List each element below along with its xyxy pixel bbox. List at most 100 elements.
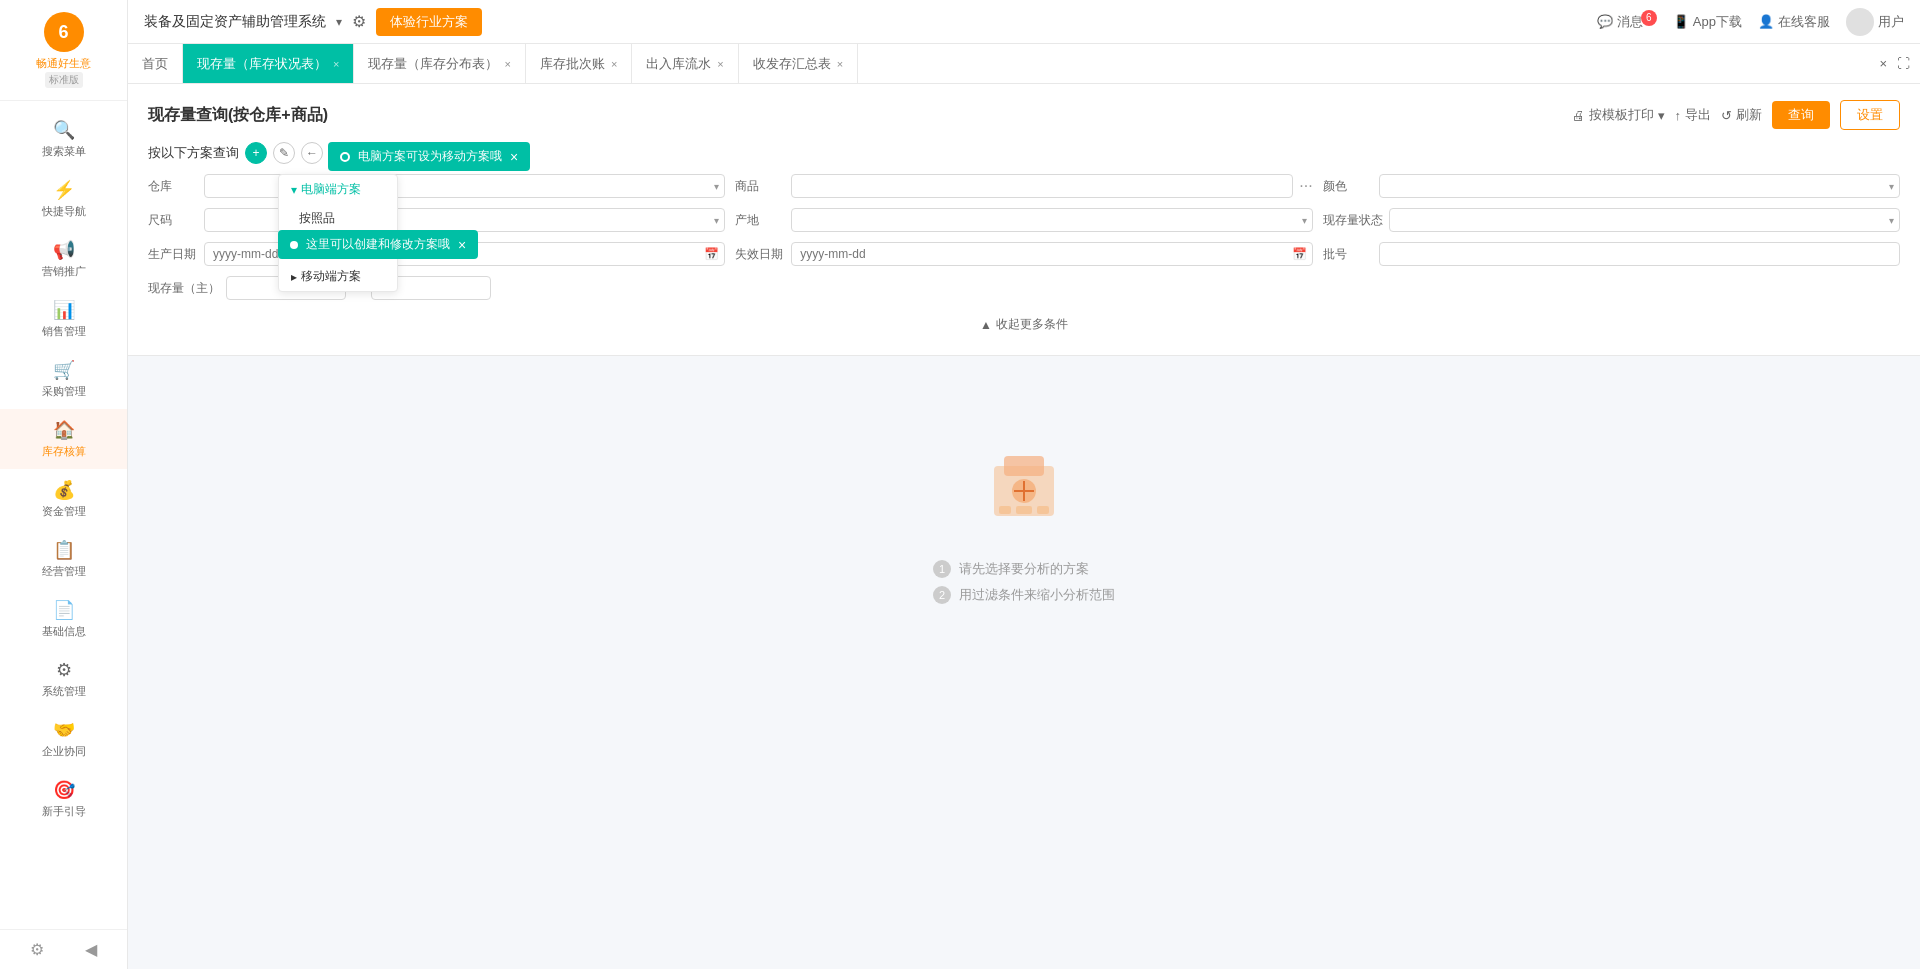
- export-btn[interactable]: ↑ 导出: [1675, 106, 1712, 124]
- user-area[interactable]: 用户: [1846, 8, 1904, 36]
- filter-edit-btn[interactable]: ✎: [273, 142, 295, 164]
- sidebar-item-purchase-label: 采购管理: [42, 384, 86, 399]
- message-btn[interactable]: 💬 消息 6: [1597, 13, 1657, 31]
- online-support-btn[interactable]: 👤 在线客服: [1758, 13, 1830, 31]
- sidebar-item-quicknav[interactable]: ⚡ 快捷导航: [0, 169, 127, 229]
- sidebar-item-inventory[interactable]: 🏠 库存核算: [0, 409, 127, 469]
- tab-inventory-status[interactable]: 现存量（库存状况表） ×: [183, 44, 354, 84]
- sidebar-logo: 6 畅通好生意 标准版: [0, 0, 127, 101]
- refresh-icon: ↺: [1721, 108, 1732, 123]
- tab-window-actions: × ⛶: [1869, 56, 1920, 71]
- tab-collect-summary[interactable]: 收发存汇总表 ×: [739, 44, 858, 84]
- expire-date-label: 失效日期: [735, 246, 785, 263]
- tab-inventory-dist-close[interactable]: ×: [504, 58, 510, 70]
- filter-add-btn[interactable]: +: [245, 142, 267, 164]
- inventory-qty-label: 现存量（主）: [148, 280, 220, 297]
- close-all-icon[interactable]: ×: [1879, 56, 1887, 71]
- tab-inventory-status-label: 现存量（库存状况表）: [197, 55, 327, 73]
- sidebar-item-quicknav-label: 快捷导航: [42, 204, 86, 219]
- batch-label: 批号: [1323, 246, 1373, 263]
- filter-back-btn[interactable]: ←: [301, 142, 323, 164]
- collapse-more-btn[interactable]: ▲ 收起更多条件: [148, 310, 1900, 339]
- sidebar-item-marketing[interactable]: 📢 营销推广: [0, 229, 127, 289]
- plan-tree-desktop[interactable]: ▾ 电脑端方案: [279, 175, 397, 204]
- finance-icon: 💰: [53, 479, 75, 501]
- query-button[interactable]: 查询: [1772, 101, 1830, 129]
- sidebar-item-finance-label: 资金管理: [42, 504, 86, 519]
- tip-num-2: 2: [933, 586, 951, 604]
- search-field-expire-date: 失效日期 📅: [735, 242, 1312, 266]
- search-field-goods: 商品 ···: [735, 174, 1312, 198]
- inventory-status-select[interactable]: [1389, 208, 1900, 232]
- tab-batch-account-close[interactable]: ×: [611, 58, 617, 70]
- color-select[interactable]: [1379, 174, 1900, 198]
- refresh-btn[interactable]: ↺ 刷新: [1721, 106, 1762, 124]
- tab-inout-flow-label: 出入库流水: [646, 55, 711, 73]
- maximize-icon[interactable]: ⛶: [1897, 56, 1910, 71]
- empty-state: 1 请先选择要分析的方案 2 用过滤条件来缩小分析范围: [128, 356, 1920, 688]
- export-icon: ↑: [1675, 108, 1682, 123]
- header-settings-icon[interactable]: ⚙: [352, 12, 366, 31]
- page-title-row: 现存量查询(按仓库+商品) 🖨 按模板打印 ▾ ↑ 导出 ↺ 刷新: [148, 100, 1900, 130]
- operations-icon: 📋: [53, 539, 75, 561]
- tooltip-create-plan: 这里可以创建和修改方案哦 ×: [278, 230, 478, 259]
- goods-ellipsis-icon[interactable]: ···: [1299, 177, 1312, 195]
- sidebar-item-search[interactable]: 🔍 搜索菜单: [0, 109, 127, 169]
- empty-tip-1: 1 请先选择要分析的方案: [933, 556, 1115, 582]
- plan-tree-item-1[interactable]: 按照品: [279, 204, 397, 233]
- sidebar-item-system[interactable]: ⚙ 系统管理: [0, 649, 127, 709]
- tab-home[interactable]: 首页: [128, 44, 183, 84]
- collapse-more-label: 收起更多条件: [996, 316, 1068, 333]
- sidebar-item-basic[interactable]: 📄 基础信息: [0, 589, 127, 649]
- sidebar-item-enterprise[interactable]: 🤝 企业协同: [0, 709, 127, 769]
- goods-input[interactable]: [791, 174, 1293, 198]
- header-right: 💬 消息 6 📱 App下载 👤 在线客服 用户: [1597, 8, 1904, 36]
- sidebar-item-purchase[interactable]: 🛒 采购管理: [0, 349, 127, 409]
- tab-inout-flow-close[interactable]: ×: [717, 58, 723, 70]
- sidebar-item-guide[interactable]: 🎯 新手引导: [0, 769, 127, 829]
- tab-collect-summary-close[interactable]: ×: [837, 58, 843, 70]
- search-field-inventory-status: 现存量状态 ▾: [1323, 208, 1900, 232]
- basic-icon: 📄: [53, 599, 75, 621]
- sidebar-nav: 🔍 搜索菜单 ⚡ 快捷导航 📢 营销推广 📊 销售管理 🛒 采购管理 🏠 库存核…: [0, 101, 127, 929]
- sidebar-item-marketing-label: 营销推广: [42, 264, 86, 279]
- tooltip2-close[interactable]: ×: [458, 237, 466, 253]
- tooltip-dot: [290, 241, 298, 249]
- sidebar-item-sales[interactable]: 📊 销售管理: [0, 289, 127, 349]
- sidebar-item-operations[interactable]: 📋 经营管理: [0, 529, 127, 589]
- tooltip-dot-outline: [340, 152, 350, 162]
- settings-query-button[interactable]: 设置: [1840, 100, 1900, 130]
- experience-button[interactable]: 体验行业方案: [376, 8, 482, 36]
- system-icon: ⚙: [56, 659, 72, 681]
- header-left: 装备及固定资产辅助管理系统 ▾ ⚙ 体验行业方案: [144, 8, 482, 36]
- export-label: 导出: [1685, 106, 1711, 124]
- tooltip1-close[interactable]: ×: [510, 149, 518, 165]
- print-template-btn[interactable]: 🖨 按模板打印 ▾: [1572, 106, 1665, 124]
- tab-inout-flow[interactable]: 出入库流水 ×: [632, 44, 738, 84]
- plan-tree-mobile[interactable]: ▸ 移动端方案: [279, 262, 397, 291]
- settings-btn[interactable]: ⚙: [30, 940, 44, 959]
- tab-inventory-status-close[interactable]: ×: [333, 58, 339, 70]
- prod-date-label: 生产日期: [148, 246, 198, 263]
- logo-icon: 6: [44, 12, 84, 52]
- tab-inventory-dist[interactable]: 现存量（库存分布表） ×: [354, 44, 525, 84]
- system-dropdown[interactable]: ▾: [336, 15, 342, 29]
- message-label: 消息: [1617, 13, 1643, 31]
- origin-select[interactable]: [791, 208, 1312, 232]
- sidebar-item-finance[interactable]: 💰 资金管理: [0, 469, 127, 529]
- main-area: 装备及固定资产辅助管理系统 ▾ ⚙ 体验行业方案 💬 消息 6 📱 App下载 …: [128, 0, 1920, 969]
- sidebar-footer: ⚙ ◀: [0, 929, 127, 969]
- expire-date-input[interactable]: [791, 242, 1312, 266]
- sidebar-item-enterprise-label: 企业协同: [42, 744, 86, 759]
- plan-tree-mobile-chevron-icon: ▸: [291, 270, 297, 284]
- batch-input[interactable]: [1379, 242, 1900, 266]
- app-download-btn[interactable]: 📱 App下载: [1673, 13, 1742, 31]
- collapse-sidebar-btn[interactable]: ◀: [85, 940, 97, 959]
- page-content: 现存量查询(按仓库+商品) 🖨 按模板打印 ▾ ↑ 导出 ↺ 刷新: [128, 84, 1920, 969]
- tab-batch-account[interactable]: 库存批次账 ×: [526, 44, 632, 84]
- tab-home-label: 首页: [142, 55, 168, 73]
- origin-select-wrapper: ▾: [791, 208, 1312, 232]
- search-nav-icon: 🔍: [53, 119, 75, 141]
- tip-num-1: 1: [933, 560, 951, 578]
- plan-tree-chevron-icon: ▾: [291, 183, 297, 197]
